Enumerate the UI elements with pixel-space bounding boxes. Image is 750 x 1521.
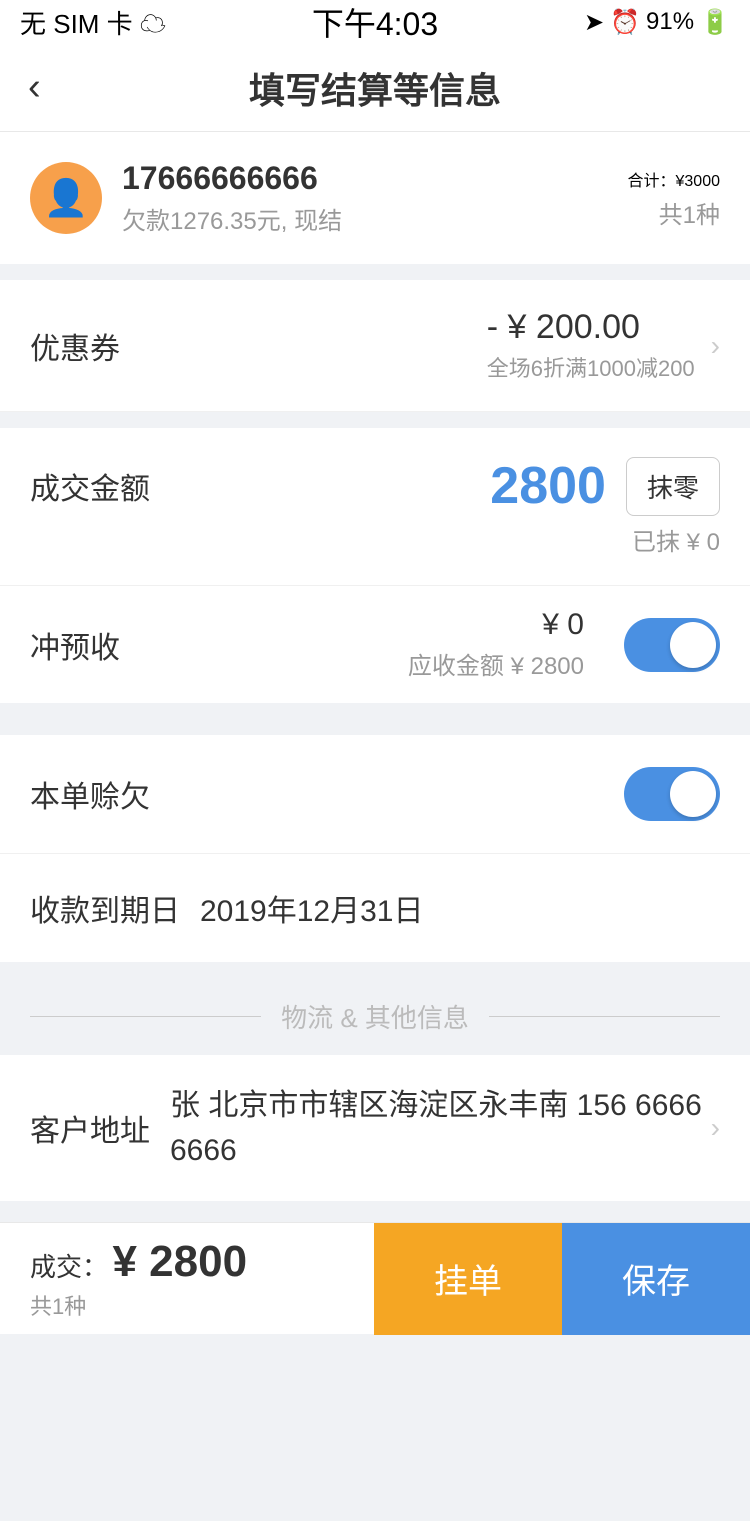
debt-toggle-knob	[670, 771, 716, 817]
prereceive-right: ¥ 0 应收金额 ¥ 2800	[408, 608, 720, 681]
toggle-knob	[670, 622, 716, 668]
total-amount: ¥3000	[676, 173, 721, 190]
status-time: 下午4:03	[312, 0, 438, 45]
chevron-right-icon: ›	[711, 330, 720, 362]
page-title: 填写结算等信息	[249, 62, 501, 114]
prereceive-label: 冲预收	[30, 623, 120, 667]
round-button[interactable]: 抹零	[626, 457, 720, 516]
logistics-divider: 物流 & 其他信息	[0, 978, 750, 1055]
prereceive-center: ¥ 0 应收金额 ¥ 2800	[408, 608, 584, 681]
address-chevron-icon: ›	[711, 1112, 720, 1144]
customer-details: 17666666666 欠款1276.35元, 现结	[122, 160, 342, 236]
total-label: 合计：	[627, 173, 675, 190]
customer-left: 👤 17666666666 欠款1276.35元, 现结	[30, 160, 342, 236]
save-button[interactable]: 保存	[562, 1223, 750, 1335]
address-row[interactable]: 客户地址 张 北京市市辖区海淀区永丰南 156 6666 6666 ›	[0, 1055, 750, 1201]
section-divider-1	[0, 412, 750, 428]
due-date-value: 2019年12月31日	[200, 886, 423, 930]
section-divider-2	[0, 703, 750, 719]
alarm-icon: ⏰	[610, 8, 640, 37]
bottom-deal-count: 共1种	[30, 1289, 344, 1321]
line-left	[30, 1016, 261, 1017]
status-bar: 无 SIM 卡 ☁ 下午4:03 ➤ ⏰ 91% 🔋	[0, 0, 750, 44]
line-right	[489, 1016, 720, 1017]
battery-status: 91%	[646, 8, 694, 36]
prereceive-sub: 应收金额 ¥ 2800	[408, 646, 584, 681]
total-label-amount: 合计：¥3000	[627, 167, 720, 191]
coupon-amount: - ¥ 200.00	[487, 308, 695, 347]
transaction-sub: 已抹 ¥ 0	[30, 522, 720, 557]
coupon-desc: 全场6折满1000减200	[487, 351, 695, 383]
coupon-right: - ¥ 200.00 全场6折满1000减200 ›	[487, 308, 720, 383]
bottom-deal-amount: ¥ 2800	[112, 1237, 247, 1286]
logistics-text: 物流 & 其他信息	[261, 998, 489, 1035]
customer-info-row: 👤 17666666666 欠款1276.35元, 现结 合计：¥3000 共1…	[0, 132, 750, 264]
address-value: 张 北京市市辖区海淀区永丰南 156 6666 6666	[170, 1083, 711, 1173]
amount-row: 成交金额 2800 抹零	[30, 456, 720, 516]
due-date-row: 收款到期日 2019年12月31日	[0, 853, 750, 962]
status-right: ➤ ⏰ 91% 🔋	[584, 8, 730, 37]
customer-debt: 欠款1276.35元, 现结	[122, 201, 342, 236]
customer-total: 合计：¥3000 共1种	[627, 167, 720, 230]
debt-row: 本单赊欠	[0, 735, 750, 853]
bottom-bar: 成交： ¥ 2800 共1种 挂单 保存	[0, 1222, 750, 1334]
amount-right: 2800 抹零	[490, 456, 720, 516]
total-count: 共1种	[627, 195, 720, 230]
debt-label: 本单赊欠	[30, 772, 150, 816]
battery-icon: 🔋	[700, 8, 730, 37]
transaction-value: 2800	[490, 456, 606, 516]
sim-status: 无 SIM 卡 ☁	[20, 4, 166, 41]
location-icon: ➤	[584, 8, 604, 37]
nav-bar: ‹ 填写结算等信息	[0, 44, 750, 132]
due-date-label: 收款到期日	[30, 886, 180, 930]
prereceive-amount: ¥ 0	[408, 608, 584, 642]
transaction-label: 成交金额	[30, 464, 150, 508]
transaction-section: 成交金额 2800 抹零 已抹 ¥ 0	[0, 428, 750, 585]
avatar: 👤	[30, 162, 102, 234]
bottom-summary: 成交： ¥ 2800 共1种	[0, 1237, 374, 1321]
coupon-info: - ¥ 200.00 全场6折满1000减200	[487, 308, 695, 383]
bottom-deal-line: 成交： ¥ 2800	[30, 1237, 344, 1287]
status-left: 无 SIM 卡 ☁	[20, 4, 166, 41]
customer-phone: 17666666666	[122, 160, 342, 197]
prereceive-row: 冲预收 ¥ 0 应收金额 ¥ 2800	[0, 585, 750, 703]
prereceive-toggle[interactable]	[624, 618, 720, 672]
debt-toggle[interactable]	[624, 767, 720, 821]
pending-button[interactable]: 挂单	[374, 1223, 562, 1335]
coupon-label: 优惠券	[30, 324, 120, 368]
back-button[interactable]: ‹	[28, 66, 41, 109]
avatar-icon: 👤	[44, 177, 89, 219]
address-label: 客户地址	[30, 1106, 150, 1150]
coupon-row[interactable]: 优惠券 - ¥ 200.00 全场6折满1000减200 ›	[0, 280, 750, 412]
bottom-deal-label: 成交：	[30, 1252, 108, 1282]
